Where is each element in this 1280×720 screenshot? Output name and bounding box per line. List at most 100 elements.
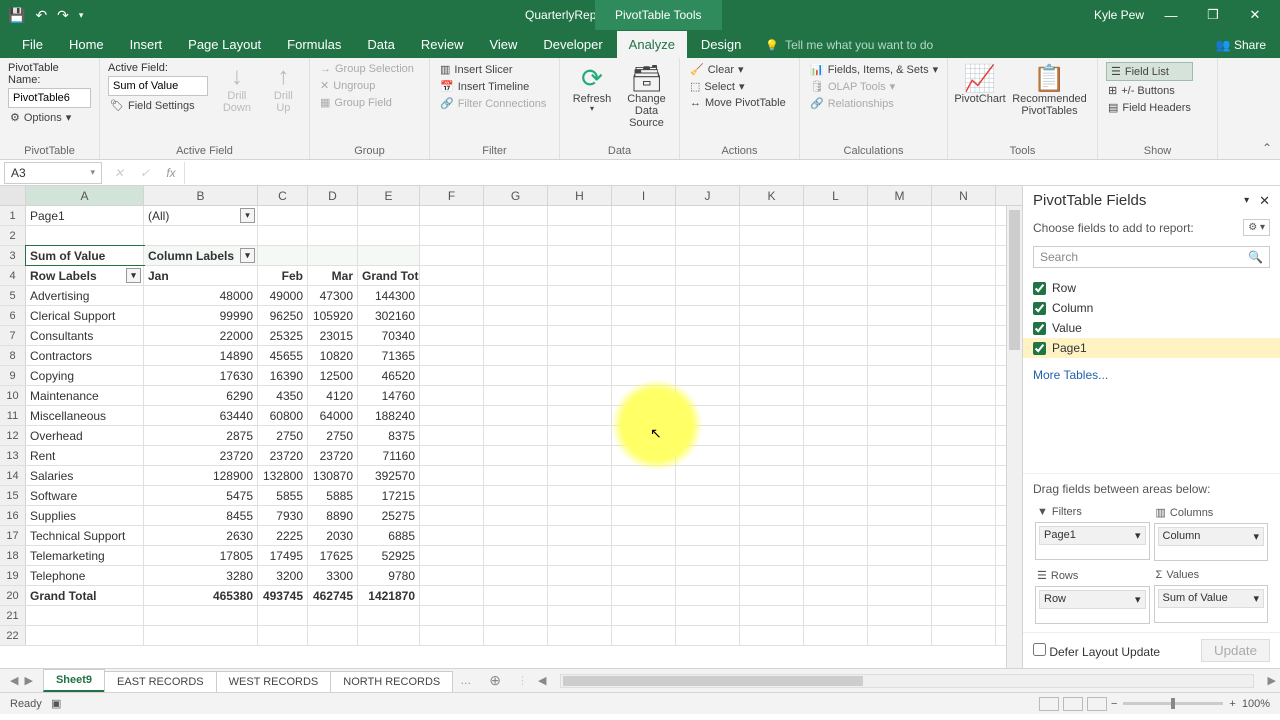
row-header-2[interactable]: 2: [0, 226, 26, 245]
row-label-cell[interactable]: Supplies: [26, 506, 144, 525]
fx-icon[interactable]: fx: [158, 166, 184, 180]
hscroll-right[interactable]: ▶: [1264, 674, 1280, 687]
row-header-16[interactable]: 16: [0, 506, 26, 525]
values-item[interactable]: Sum of Value▾: [1158, 589, 1265, 608]
sheet-more-icon[interactable]: …: [452, 675, 479, 687]
select-all-corner[interactable]: [0, 186, 26, 205]
formula-bar[interactable]: [184, 162, 1280, 184]
col-header-E[interactable]: E: [358, 186, 420, 205]
refresh-button[interactable]: ⟳Refresh▾: [568, 62, 616, 115]
row-header-21[interactable]: 21: [0, 606, 26, 625]
horizontal-scrollbar[interactable]: [560, 674, 1253, 688]
share-button[interactable]: 👥 Share: [1202, 32, 1280, 58]
clear-button[interactable]: 🧹 Clear ▾: [688, 62, 788, 77]
row-header-20[interactable]: 20: [0, 586, 26, 605]
change-source-button[interactable]: 🗃Change Data Source: [622, 62, 671, 131]
tab-design[interactable]: Design: [689, 31, 753, 58]
columns-item[interactable]: Column▾: [1158, 527, 1265, 546]
row-header-9[interactable]: 9: [0, 366, 26, 385]
fields-items-button[interactable]: 📊 Fields, Items, & Sets ▾: [808, 62, 940, 77]
tell-me-input[interactable]: Tell me what you want to do: [755, 32, 943, 58]
col-header-D[interactable]: D: [308, 186, 358, 205]
page-filter[interactable]: (All): [144, 206, 258, 225]
zoom-slider[interactable]: [1123, 702, 1223, 705]
col-header-A[interactable]: A: [26, 186, 144, 205]
rows-item[interactable]: Row▾: [1039, 590, 1146, 609]
name-box[interactable]: A3▾: [4, 162, 102, 184]
field-column[interactable]: Column: [1033, 298, 1270, 318]
tab-formulas[interactable]: Formulas: [275, 31, 353, 58]
row-header-4[interactable]: 4: [0, 266, 26, 285]
sheet-tab-east-records[interactable]: EAST RECORDS: [104, 671, 217, 692]
select-button[interactable]: ⬚ Select ▾: [688, 79, 788, 94]
sheet-nav-next[interactable]: ▶: [24, 674, 32, 687]
row-header-17[interactable]: 17: [0, 526, 26, 545]
col-header-B[interactable]: B: [144, 186, 258, 205]
collapse-ribbon-icon[interactable]: ⌃: [1262, 141, 1272, 155]
row-header-6[interactable]: 6: [0, 306, 26, 325]
col-header-F[interactable]: F: [420, 186, 484, 205]
activefield-input[interactable]: [108, 76, 208, 96]
zoom-in-icon[interactable]: +: [1229, 698, 1235, 710]
col-header-N[interactable]: N: [932, 186, 996, 205]
recommended-button[interactable]: 📋Recommended PivotTables: [1010, 62, 1089, 119]
col-header-H[interactable]: H: [548, 186, 612, 205]
row-header-13[interactable]: 13: [0, 446, 26, 465]
pane-dropdown-icon[interactable]: ▾: [1244, 195, 1249, 206]
row-labels-cell[interactable]: Row Labels: [26, 266, 144, 285]
filters-item[interactable]: Page1▾: [1039, 526, 1146, 545]
sheet-nav-prev[interactable]: ◀: [10, 674, 18, 687]
defer-checkbox[interactable]: Defer Layout Update: [1033, 643, 1160, 659]
tab-developer[interactable]: Developer: [531, 31, 614, 58]
fields-search-input[interactable]: Search🔍: [1033, 246, 1270, 268]
pm-buttons-button[interactable]: ⊞ +/- Buttons: [1106, 83, 1193, 98]
save-icon[interactable]: 💾: [8, 7, 25, 24]
field-list-button[interactable]: ☰ Field List: [1106, 62, 1193, 81]
tab-review[interactable]: Review: [409, 31, 476, 58]
row-label-cell[interactable]: Miscellaneous: [26, 406, 144, 425]
tab-view[interactable]: View: [477, 31, 529, 58]
row-label-cell[interactable]: Maintenance: [26, 386, 144, 405]
row-label-cell[interactable]: Salaries: [26, 466, 144, 485]
more-tables-link[interactable]: More Tables...: [1023, 362, 1280, 388]
row-header-12[interactable]: 12: [0, 426, 26, 445]
zoom-value[interactable]: 100%: [1242, 698, 1270, 710]
pivotchart-button[interactable]: 📈PivotChart: [956, 62, 1004, 107]
insert-slicer-button[interactable]: ▥ Insert Slicer: [438, 62, 548, 77]
view-break-icon[interactable]: [1087, 697, 1107, 711]
row-header-22[interactable]: 22: [0, 626, 26, 645]
row-label-cell[interactable]: Consultants: [26, 326, 144, 345]
minimize-icon[interactable]: —: [1156, 8, 1186, 23]
sheet-tab-north-records[interactable]: NORTH RECORDS: [330, 671, 453, 692]
field-headers-button[interactable]: ▤ Field Headers: [1106, 100, 1193, 115]
view-layout-icon[interactable]: [1063, 697, 1083, 711]
col-header-L[interactable]: L: [804, 186, 868, 205]
tab-analyze[interactable]: Analyze: [617, 31, 687, 58]
tab-page-layout[interactable]: Page Layout: [176, 31, 273, 58]
tab-file[interactable]: File: [10, 31, 55, 58]
field-value[interactable]: Value: [1033, 318, 1270, 338]
add-sheet-icon[interactable]: ⊕: [479, 672, 511, 689]
row-header-7[interactable]: 7: [0, 326, 26, 345]
row-label-cell[interactable]: Rent: [26, 446, 144, 465]
move-pivot-button[interactable]: ↔ Move PivotTable: [688, 96, 788, 110]
tab-home[interactable]: Home: [57, 31, 116, 58]
row-label-cell[interactable]: Advertising: [26, 286, 144, 305]
grand-total-label[interactable]: Grand Total: [26, 586, 144, 605]
col-header-M[interactable]: M: [868, 186, 932, 205]
macro-record-icon[interactable]: ▣: [51, 698, 61, 710]
field-row[interactable]: Row: [1033, 278, 1270, 298]
col-header-I[interactable]: I: [612, 186, 676, 205]
user-name[interactable]: Kyle Pew: [1094, 8, 1144, 22]
undo-icon[interactable]: ↶: [35, 7, 47, 24]
sum-of-value-cell[interactable]: Sum of Value: [26, 246, 144, 265]
row-header-5[interactable]: 5: [0, 286, 26, 305]
row-label-cell[interactable]: Clerical Support: [26, 306, 144, 325]
tab-insert[interactable]: Insert: [118, 31, 175, 58]
pivotname-input[interactable]: [8, 88, 91, 108]
gear-icon[interactable]: ⚙ ▾: [1243, 219, 1270, 236]
field-settings-button[interactable]: 🏷 Field Settings: [108, 98, 208, 113]
row-label-cell[interactable]: Technical Support: [26, 526, 144, 545]
hscroll-left[interactable]: ◀: [534, 674, 550, 687]
col-header-K[interactable]: K: [740, 186, 804, 205]
